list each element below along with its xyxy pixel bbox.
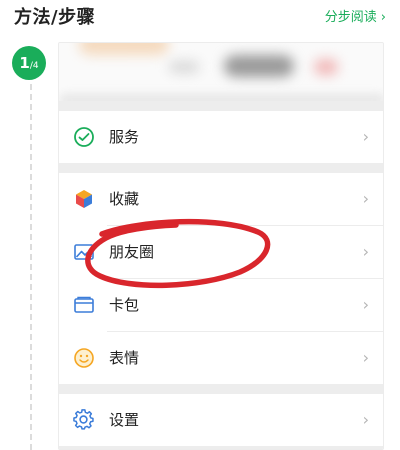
chevron-right-icon: › <box>362 410 369 429</box>
chevron-right-icon: › <box>380 10 386 25</box>
chevron-right-icon: › <box>362 127 369 146</box>
profile-header-blurred <box>59 43 383 107</box>
section-gap <box>59 101 383 111</box>
blurred-region <box>314 59 338 75</box>
menu-item-card-pack[interactable]: 卡包 › <box>59 279 383 331</box>
cube-icon <box>76 190 92 208</box>
section-gap <box>59 446 383 449</box>
smiley-icon <box>74 348 94 368</box>
menu-item-label: 朋友圈 <box>109 243 155 261</box>
menu-item-settings[interactable]: 设置 › <box>59 394 383 446</box>
menu-item-label: 设置 <box>109 411 140 429</box>
step-total: /4 <box>29 61 39 71</box>
step-badge: 1/4 <box>12 46 46 80</box>
photo-icon <box>74 244 94 260</box>
page-title: 方法/步骤 <box>14 7 96 28</box>
step-read-link[interactable]: 分步阅读 › <box>325 6 386 25</box>
menu-item-label: 收藏 <box>109 190 140 208</box>
step-read-label: 分步阅读 <box>324 10 377 25</box>
section-gap <box>59 163 383 173</box>
menu-item-stickers[interactable]: 表情 › <box>59 332 383 384</box>
chevron-right-icon: › <box>362 348 369 367</box>
step-current: 1 <box>19 54 30 72</box>
section-gap <box>59 384 383 394</box>
menu-item-moments[interactable]: 朋友圈 › <box>59 226 383 278</box>
card-icon <box>74 296 94 313</box>
blurred-region <box>79 43 169 55</box>
chevron-right-icon: › <box>362 242 369 261</box>
gear-icon <box>73 409 94 430</box>
menu-item-favorites[interactable]: 收藏 › <box>59 173 383 225</box>
screenshot-card: 服务 › 收藏 › 朋友圈 › 卡包 › 表情 › 设置 › <box>58 42 384 450</box>
chevron-right-icon: › <box>362 189 369 208</box>
blurred-region <box>224 55 294 77</box>
menu-item-label: 服务 <box>109 128 140 146</box>
menu-item-label: 表情 <box>109 349 140 367</box>
menu-item-service[interactable]: 服务 › <box>59 111 383 163</box>
chevron-right-icon: › <box>362 295 369 314</box>
blurred-region <box>169 61 199 73</box>
header: 方法/步骤 分步阅读 › <box>0 0 400 34</box>
wechat-pay-icon <box>74 127 94 147</box>
menu-item-label: 卡包 <box>109 296 140 314</box>
step-timeline <box>30 74 32 450</box>
